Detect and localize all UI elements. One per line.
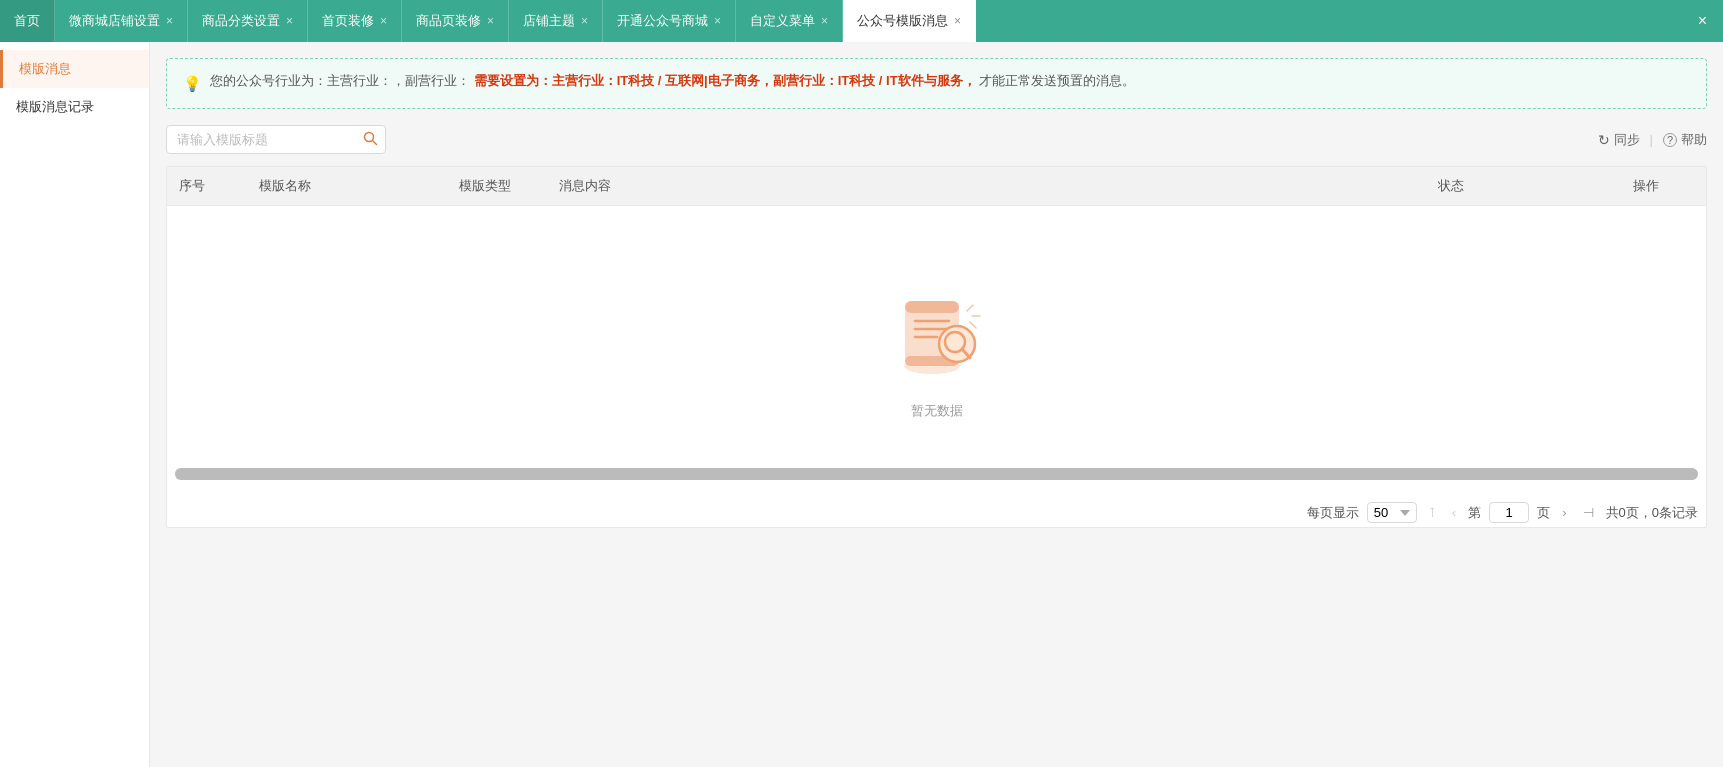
- col-type-header: 模版类型: [447, 177, 547, 195]
- total-info: 共0页，0条记录: [1606, 504, 1698, 522]
- search-button[interactable]: [363, 131, 378, 149]
- col-seq-header: 序号: [167, 177, 247, 195]
- col-action-header: 操作: [1586, 177, 1706, 195]
- close-open-store-icon[interactable]: ×: [714, 14, 721, 28]
- col-name-header: 模版名称: [247, 177, 447, 195]
- sidebar-item-template-message-label: 模版消息: [19, 61, 71, 76]
- search-input[interactable]: [166, 125, 386, 154]
- svg-line-1: [373, 140, 377, 144]
- close-custom-menu-icon[interactable]: ×: [821, 14, 828, 28]
- close-template-msg-icon[interactable]: ×: [954, 14, 961, 28]
- nav-tab-open-store[interactable]: 开通公众号商城 ×: [603, 0, 736, 42]
- last-page-button[interactable]: ⊣: [1579, 503, 1598, 522]
- sync-icon: ↻: [1598, 132, 1610, 148]
- notice-highlight: 需要设置为：主营行业：IT科技 / 互联网|电子商务，副营行业：IT科技 / I…: [474, 73, 976, 88]
- svg-rect-4: [905, 301, 959, 313]
- content-area: 💡 您的公众号行业为：主营行业：，副营行业： 需要设置为：主营行业：IT科技 /…: [150, 42, 1723, 767]
- nav-tab-template-msg[interactable]: 公众号模版消息 ×: [843, 0, 976, 42]
- horizontal-scrollbar[interactable]: [175, 468, 1698, 480]
- bulb-icon: 💡: [183, 72, 202, 96]
- top-nav: 首页 微商城店铺设置 × 商品分类设置 × 首页装修 × 商品页装修 × 店铺主…: [0, 0, 1723, 42]
- close-store-theme-icon[interactable]: ×: [581, 14, 588, 28]
- horizontal-scrollbar-container: [167, 468, 1706, 492]
- next-page-button[interactable]: ›: [1558, 503, 1570, 522]
- main-layout: 模版消息 模版消息记录 💡 您的公众号行业为：主营行业：，副营行业： 需要设置为…: [0, 42, 1723, 767]
- global-close-button[interactable]: ×: [1682, 12, 1723, 30]
- sync-button[interactable]: ↻ 同步: [1598, 131, 1640, 149]
- nav-tab-template-msg-label: 公众号模版消息: [857, 12, 948, 30]
- nav-tab-store-theme-label: 店铺主题: [523, 12, 575, 30]
- help-button[interactable]: ? 帮助: [1663, 131, 1707, 149]
- nav-tab-custom-menu-label: 自定义菜单: [750, 12, 815, 30]
- col-status-header: 状态: [1426, 177, 1586, 195]
- notice-text: 您的公众号行业为：主营行业：，副营行业： 需要设置为：主营行业：IT科技 / 互…: [210, 71, 1135, 92]
- empty-text: 暂无数据: [911, 402, 963, 420]
- nav-tab-open-store-label: 开通公众号商城: [617, 12, 708, 30]
- notice-suffix: 才能正常发送预置的消息。: [979, 73, 1135, 88]
- nav-tab-micro-store-label: 微商城店铺设置: [69, 12, 160, 30]
- nav-tab-custom-menu[interactable]: 自定义菜单 ×: [736, 0, 843, 42]
- svg-line-14: [970, 322, 976, 328]
- sidebar-item-template-record-label: 模版消息记录: [16, 99, 94, 114]
- page-size-select[interactable]: 50 10 20 100: [1367, 502, 1417, 523]
- nav-tab-home-decor[interactable]: 首页装修 ×: [308, 0, 402, 42]
- sync-label: 同步: [1614, 131, 1640, 149]
- svg-line-12: [967, 305, 973, 311]
- pagination: 每页显示 50 10 20 100 ⊺ ‹ 第 页 › ⊣ 共0页，0条记录: [167, 492, 1706, 527]
- divider: |: [1650, 132, 1653, 147]
- page-di-label: 第: [1468, 504, 1481, 522]
- table-header: 序号 模版名称 模版类型 消息内容 状态 操作: [167, 167, 1706, 206]
- nav-tab-product-category[interactable]: 商品分类设置 ×: [188, 0, 308, 42]
- close-micro-store-icon[interactable]: ×: [166, 14, 173, 28]
- nav-tab-home-label: 首页: [14, 12, 40, 30]
- nav-tab-product-decor[interactable]: 商品页装修 ×: [402, 0, 509, 42]
- page-input[interactable]: [1489, 502, 1529, 523]
- table-wrapper: 序号 模版名称 模版类型 消息内容 状态 操作: [166, 166, 1707, 528]
- nav-tab-micro-store[interactable]: 微商城店铺设置 ×: [55, 0, 188, 42]
- search-icon: [363, 131, 378, 146]
- sidebar-item-template-message[interactable]: 模版消息: [0, 50, 149, 88]
- close-product-category-icon[interactable]: ×: [286, 14, 293, 28]
- notice-prefix: 您的公众号行业为：主营行业：，副营行业：: [210, 73, 470, 88]
- sidebar: 模版消息 模版消息记录: [0, 42, 150, 767]
- prev-page-button[interactable]: ‹: [1448, 503, 1460, 522]
- sidebar-item-template-record[interactable]: 模版消息记录: [0, 88, 149, 126]
- nav-tab-home[interactable]: 首页: [0, 0, 55, 42]
- search-bar-right: ↻ 同步 | ? 帮助: [1598, 131, 1707, 149]
- search-input-wrapper: [166, 125, 386, 154]
- page-label: 页: [1537, 504, 1550, 522]
- close-product-decor-icon[interactable]: ×: [487, 14, 494, 28]
- close-home-decor-icon[interactable]: ×: [380, 14, 387, 28]
- help-icon: ?: [1663, 133, 1677, 147]
- first-page-button[interactable]: ⊺: [1425, 503, 1440, 522]
- search-bar-left: [166, 125, 386, 154]
- nav-tab-home-decor-label: 首页装修: [322, 12, 374, 30]
- nav-tab-product-category-label: 商品分类设置: [202, 12, 280, 30]
- notice-box: 💡 您的公众号行业为：主营行业：，副营行业： 需要设置为：主营行业：IT科技 /…: [166, 58, 1707, 109]
- help-label: 帮助: [1681, 131, 1707, 149]
- nav-tab-store-theme[interactable]: 店铺主题 ×: [509, 0, 603, 42]
- col-content-header: 消息内容: [547, 177, 1426, 195]
- page-size-label: 每页显示: [1307, 504, 1359, 522]
- empty-state: 暂无数据: [167, 206, 1706, 460]
- search-bar: ↻ 同步 | ? 帮助: [166, 125, 1707, 154]
- empty-illustration: [877, 266, 997, 386]
- scrollbar-thumb: [175, 468, 1698, 480]
- nav-tab-product-decor-label: 商品页装修: [416, 12, 481, 30]
